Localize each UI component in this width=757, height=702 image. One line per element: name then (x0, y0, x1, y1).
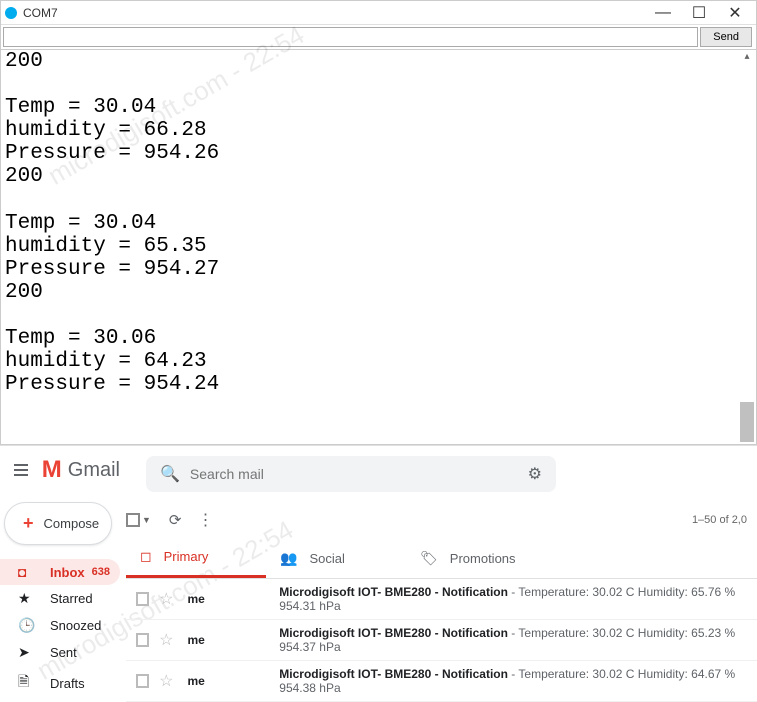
promotions-icon: 🏷 (420, 550, 438, 567)
email-checkbox[interactable] (136, 592, 149, 606)
scrollbar-thumb[interactable] (740, 402, 754, 442)
title-bar: COM7 — ☐ ✕ (1, 1, 756, 25)
email-subject: Microdigisoft IOT- BME280 - Notification (279, 626, 508, 640)
terminal-output: ▴ 200 Temp = 30.04 humidity = 66.28 Pres… (1, 50, 756, 444)
inbox-count: 638 (92, 566, 110, 578)
sent-icon: ➤ (18, 644, 36, 661)
compose-button[interactable]: + Compose (4, 502, 112, 545)
email-row[interactable]: ☆ me Microdigisoft IOT- BME280 - Notific… (126, 661, 757, 702)
email-from: me (188, 592, 280, 606)
select-dropdown-icon[interactable]: ▼ (142, 515, 151, 525)
window-title: COM7 (23, 6, 654, 20)
sidebar-item-snoozed[interactable]: 🕒 Snoozed (0, 612, 120, 639)
minimize-button[interactable]: — (654, 4, 672, 22)
drafts-icon: 🗎 (18, 671, 36, 695)
compose-label: Compose (44, 516, 100, 531)
email-checkbox[interactable] (136, 674, 149, 688)
scroll-up-icon[interactable]: ▴ (740, 52, 754, 66)
sidebar-item-starred[interactable]: ★ Starred (0, 585, 120, 612)
tab-primary[interactable]: ◻ Primary (126, 538, 266, 578)
app-icon (5, 7, 17, 19)
search-input[interactable] (190, 466, 528, 482)
snoozed-label: Snoozed (50, 618, 110, 633)
email-from: me (188, 633, 280, 647)
serial-input[interactable] (3, 27, 698, 47)
star-icon: ★ (18, 590, 36, 607)
tab-promotions[interactable]: 🏷 Promotions (406, 538, 546, 578)
pagination-text: 1–50 of 2,0 (692, 514, 747, 526)
gmail-logo[interactable]: M Gmail (42, 456, 120, 484)
email-subject: Microdigisoft IOT- BME280 - Notification (279, 585, 508, 599)
inbox-label: Inbox (50, 565, 92, 580)
more-icon[interactable]: ⋮ (198, 510, 214, 530)
close-button[interactable]: ✕ (726, 4, 744, 22)
inbox-icon: ◘ (18, 564, 36, 580)
refresh-icon[interactable]: ⟳ (169, 511, 182, 529)
social-icon: 👥 (280, 550, 297, 567)
starred-label: Starred (50, 591, 110, 606)
drafts-label: Drafts (50, 676, 110, 691)
star-icon[interactable]: ☆ (159, 671, 173, 691)
select-all-checkbox[interactable] (126, 513, 140, 527)
maximize-button[interactable]: ☐ (690, 4, 708, 22)
primary-icon: ◻ (140, 548, 152, 565)
email-list: ☆ me Microdigisoft IOT- BME280 - Notific… (126, 579, 757, 702)
tab-promotions-label: Promotions (450, 551, 516, 566)
search-bar[interactable]: 🔍 ⚙ (146, 456, 556, 492)
star-icon[interactable]: ☆ (159, 630, 173, 650)
send-button[interactable]: Send (700, 27, 752, 47)
email-checkbox[interactable] (136, 633, 149, 647)
gmail-m-icon: M (42, 456, 62, 484)
email-row[interactable]: ☆ me Microdigisoft IOT- BME280 - Notific… (126, 620, 757, 661)
email-from: me (188, 674, 280, 688)
email-subject: Microdigisoft IOT- BME280 - Notification (279, 667, 508, 681)
search-icon: 🔍 (160, 464, 180, 484)
sidebar-item-inbox[interactable]: ◘ Inbox 638 (0, 559, 120, 585)
email-row[interactable]: ☆ me Microdigisoft IOT- BME280 - Notific… (126, 579, 757, 620)
sent-label: Sent (50, 645, 110, 660)
sidebar-item-sent[interactable]: ➤ Sent (0, 639, 120, 666)
gmail-brand-text: Gmail (68, 459, 120, 482)
filter-icon[interactable]: ⚙ (528, 464, 542, 484)
plus-icon: + (23, 513, 34, 534)
toolbar: ▼ ⟳ ⋮ 1–50 of 2,0 (126, 502, 757, 538)
menu-icon[interactable] (14, 461, 28, 479)
tab-primary-label: Primary (164, 549, 209, 564)
tab-social[interactable]: 👥 Social (266, 538, 406, 578)
clock-icon: 🕒 (18, 617, 36, 634)
terminal-text: 200 Temp = 30.04 humidity = 66.28 Pressu… (5, 50, 752, 396)
star-icon[interactable]: ☆ (159, 589, 173, 609)
sidebar-item-drafts[interactable]: 🗎 Drafts (0, 666, 120, 700)
tab-social-label: Social (309, 551, 344, 566)
